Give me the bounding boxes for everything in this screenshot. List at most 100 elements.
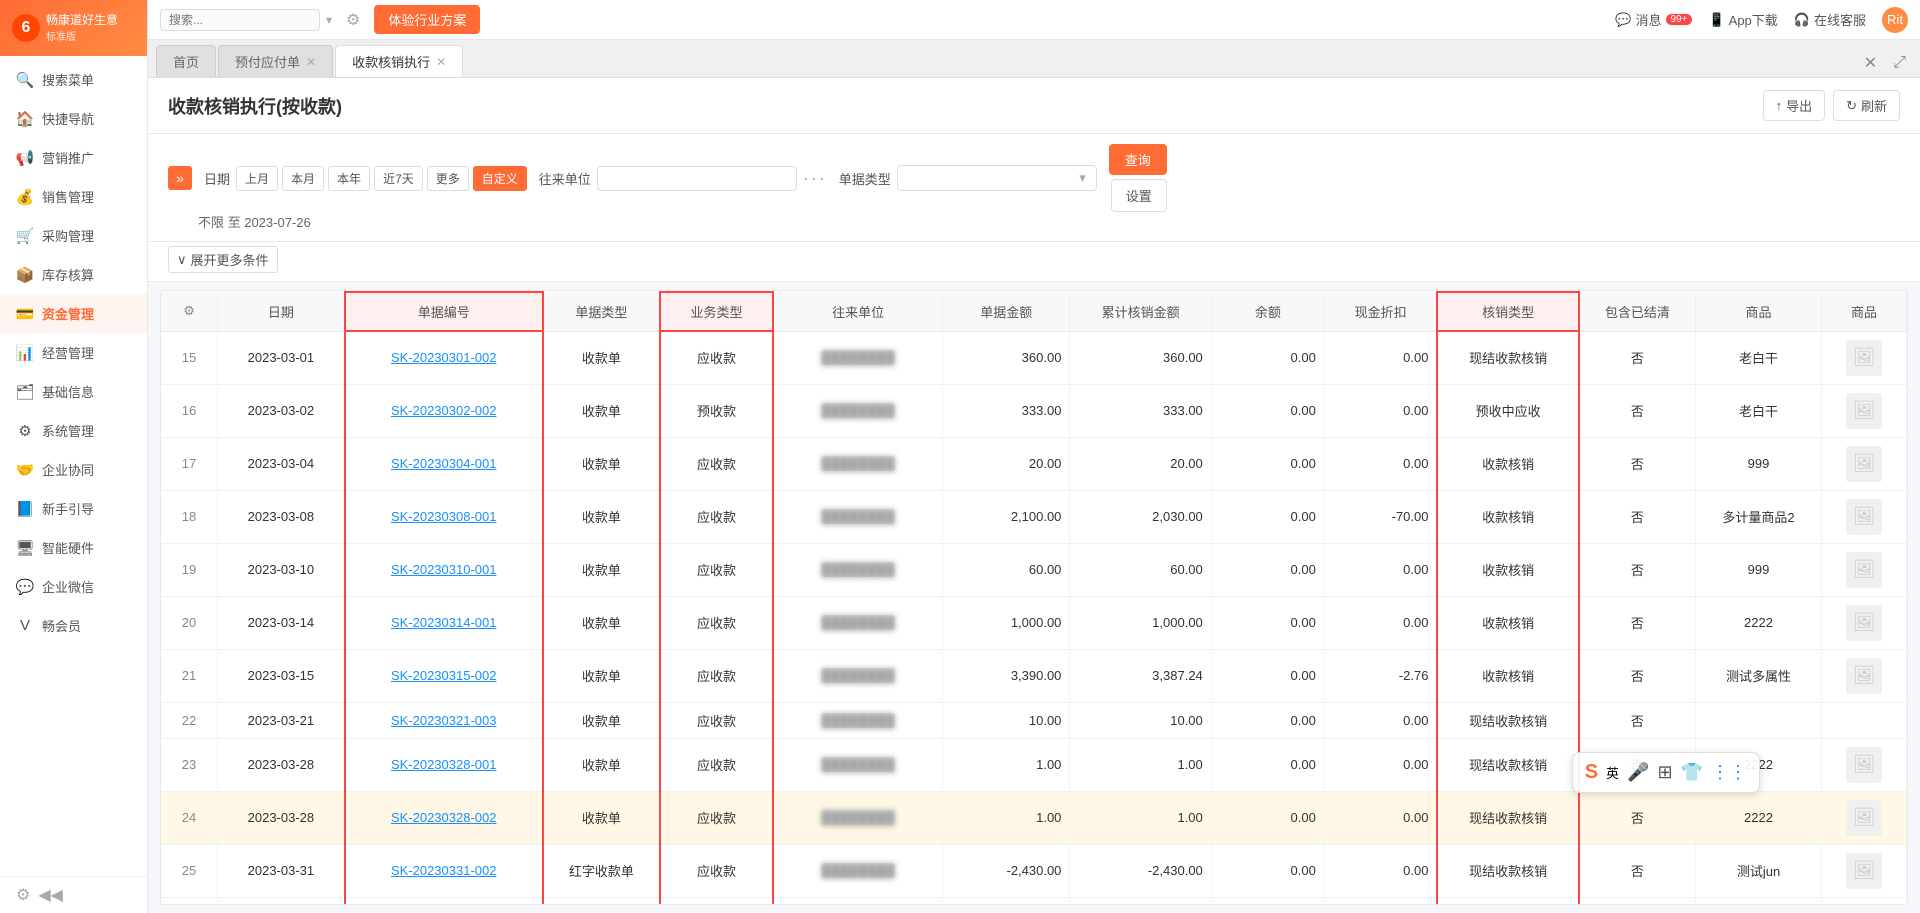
doc-no-link[interactable]: SK-20230310-001 [391,562,497,577]
sidebar-item-system[interactable]: ⚙ 系统管理 [0,411,147,450]
sidebar-label-member: 畅会员 [42,616,81,635]
table-row[interactable]: 15 2023-03-01 SK-20230301-002 收款单 应收款 ██… [161,331,1907,384]
doc-no-link[interactable]: SK-20230301-002 [391,350,497,365]
expand-more-btn[interactable]: ∨ 展开更多条件 [168,246,278,273]
app-download-btn[interactable]: 📱 App下载 [1708,10,1777,29]
cell-include-settled: 否 [1579,490,1696,543]
sidebar-item-operations[interactable]: 📊 经营管理 [0,333,147,372]
sidebar-label-enterprise: 企业协同 [42,460,94,479]
sidebar-item-wechat[interactable]: 💬 企业微信 [0,567,147,606]
cell-amount: 2,100.00 [943,490,1070,543]
filter-date-btns: 上月 本月 本年 近7天 更多 自定义 [236,166,527,191]
filter-doctype-select[interactable]: ▾ [897,165,1097,191]
table-row[interactable]: 19 2023-03-10 SK-20230310-001 收款单 应收款 ██… [161,543,1907,596]
doc-no-link[interactable]: SK-20230314-001 [391,615,497,630]
filter-expand-toggle[interactable]: » [168,166,192,190]
doc-no-link[interactable]: SK-20230315-002 [391,668,497,683]
sidebar-item-quicknav[interactable]: 🏠 快捷导航 [0,99,147,138]
table-row[interactable]: 18 2023-03-08 SK-20230308-001 收款单 应收款 ██… [161,490,1907,543]
sidebar-item-guide[interactable]: 📘 新手引导 [0,489,147,528]
table-row[interactable]: 17 2023-03-04 SK-20230304-001 收款单 应收款 ██… [161,437,1907,490]
message-btn[interactable]: 💬 消息 99+ [1615,10,1692,29]
date-btn-this-year[interactable]: 本年 [328,166,370,191]
tab-collection[interactable]: 收款核销执行 ✕ [335,45,463,77]
watermark-shirt-icon[interactable]: 👕 [1681,762,1703,783]
sidebar-item-member[interactable]: V 畅会员 [0,606,147,645]
table-row[interactable]: 26 2023-04-03 SK-20230403-002 收款单 预收款 ██… [161,897,1907,905]
settings-icon[interactable]: ⚙ [16,885,30,905]
sidebar-item-basic[interactable]: 🗂 基础信息 [0,372,147,411]
tab-home[interactable]: 首页 [156,45,216,77]
sidebar-item-marketing[interactable]: 📢 营销推广 [0,138,147,177]
date-btn-last-month[interactable]: 上月 [236,166,278,191]
doc-no-link[interactable]: SK-20230304-001 [391,456,497,471]
sidebar-item-finance[interactable]: 💳 资金管理 [0,294,147,333]
doc-no-link[interactable]: SK-20230308-001 [391,509,497,524]
filter-area: » 日期 上月 本月 本年 近7天 更多 自定义 往来单位 [148,134,1920,242]
cell-cash-discount: 0.00 [1324,738,1437,791]
filter-partner-dots[interactable]: ··· [803,168,827,189]
setting-btn[interactable]: 设置 [1111,179,1167,212]
cell-biz-type: 应收款 [660,596,773,649]
sidebar-item-enterprise[interactable]: 🤝 企业协同 [0,450,147,489]
topbar-search-input[interactable] [160,9,320,31]
cell-cash-discount: 0.00 [1324,791,1437,844]
tab-prepay-close[interactable]: ✕ [306,55,316,69]
tab-collection-close[interactable]: ✕ [436,55,446,69]
th-settings[interactable]: ⚙ [161,292,218,331]
refresh-btn[interactable]: ↻ 刷新 [1833,90,1900,121]
user-avatar[interactable]: Rit [1882,7,1908,33]
cell-goods-img: 🖼 [1822,384,1907,437]
date-btn-custom[interactable]: 自定义 [473,166,527,191]
topbar-dropdown-arrow[interactable]: ▾ [326,13,332,27]
table-row[interactable]: 16 2023-03-02 SK-20230302-002 收款单 预收款 ██… [161,384,1907,437]
cell-goods: 2222 [1695,791,1821,844]
cell-doc-type: 收款单 [543,384,660,437]
tab-prepay[interactable]: 预付应付单 ✕ [218,45,333,77]
watermark-grid-icon[interactable]: ⊞ [1657,762,1672,783]
sidebar-icon-operations: 📊 [16,344,34,362]
tab-home-label: 首页 [173,52,199,71]
table-row[interactable]: 22 2023-03-21 SK-20230321-003 收款单 应收款 ██… [161,702,1907,738]
doc-no-link[interactable]: SK-20230328-001 [391,757,497,772]
doc-no-link[interactable]: SK-20230302-002 [391,403,497,418]
export-btn[interactable]: ↑ 导出 [1763,90,1826,121]
table-row[interactable]: 21 2023-03-15 SK-20230315-002 收款单 应收款 ██… [161,649,1907,702]
th-goods-2: 商品 [1822,292,1907,331]
sidebar-item-hardware[interactable]: 🖥 智能硬件 [0,528,147,567]
doc-no-link[interactable]: SK-20230328-002 [391,810,497,825]
doc-no-link[interactable]: SK-20230321-003 [391,713,497,728]
filter-main-row: » 日期 上月 本月 本年 近7天 更多 自定义 往来单位 [168,144,1900,212]
tab-maximize-btn[interactable]: ⤢ [1887,52,1912,74]
sidebar-item-sales[interactable]: 💰 销售管理 [0,177,147,216]
sidebar-item-inventory[interactable]: 📦 库存核算 [0,255,147,294]
date-btn-this-month[interactable]: 本月 [282,166,324,191]
cell-goods-img: 🖼 [1822,331,1907,384]
sidebar-icon-quicknav: 🏠 [16,110,34,128]
table-row[interactable]: 20 2023-03-14 SK-20230314-001 收款单 应收款 ██… [161,596,1907,649]
doc-no-link[interactable]: SK-20230331-002 [391,863,497,878]
sidebar-item-search[interactable]: 🔍 搜索菜单 [0,60,147,99]
solution-btn[interactable]: 体验行业方案 [374,5,480,34]
cell-no: 22 [161,702,218,738]
watermark-mic-icon[interactable]: 🎤 [1627,762,1649,783]
app-icon: 📱 [1708,12,1724,28]
collapse-icon[interactable]: ◀◀ [38,885,63,905]
watermark-apps-icon[interactable]: ⋮⋮ [1711,762,1747,783]
cell-cancel-amount: 333.00 [1070,384,1211,437]
online-service-btn[interactable]: 🎧 在线客服 [1794,10,1866,29]
table-area[interactable]: ⚙ 日期 单据编号 单据类型 业务类型 往来单位 单据金额 累计核销金额 余额 … [160,290,1908,905]
topbar-gear-icon[interactable]: ⚙ [340,8,366,32]
filter-partner-input[interactable] [597,166,797,191]
cell-amount: 1.00 [943,791,1070,844]
date-btn-more[interactable]: 更多 [427,166,469,191]
topbar: ▾ ⚙ 体验行业方案 💬 消息 99+ 📱 App下载 🎧 在线客服 Rit [148,0,1920,40]
sidebar-item-purchase[interactable]: 🛒 采购管理 [0,216,147,255]
online-service-label: 在线客服 [1814,10,1866,29]
cell-cancel-amount: -2,430.00 [1070,844,1211,897]
table-row[interactable]: 24 2023-03-28 SK-20230328-002 收款单 应收款 ██… [161,791,1907,844]
table-row[interactable]: 25 2023-03-31 SK-20230331-002 红字收款单 应收款 … [161,844,1907,897]
tab-close-btn[interactable]: ✕ [1858,51,1883,75]
date-btn-7days[interactable]: 近7天 [374,166,423,191]
query-btn[interactable]: 查询 [1109,144,1167,175]
